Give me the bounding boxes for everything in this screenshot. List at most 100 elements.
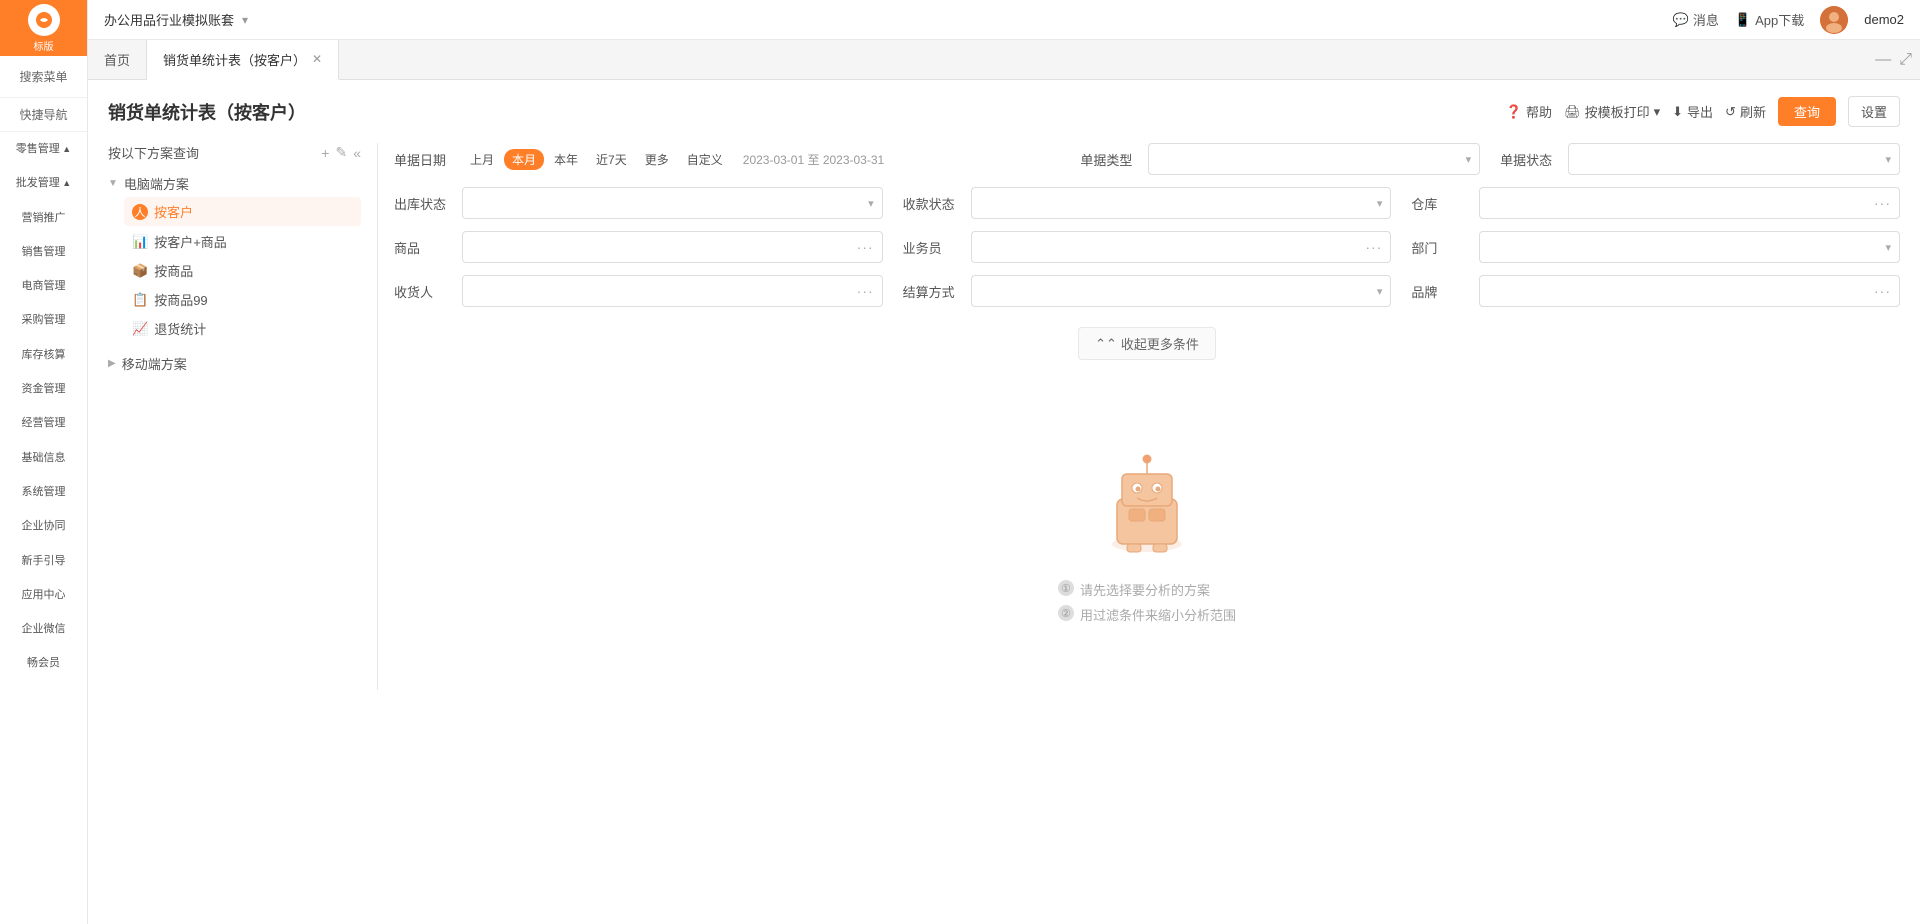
- help-icon: ❓: [1506, 104, 1522, 120]
- scheme-item-return[interactable]: 📈 退货统计: [124, 315, 361, 342]
- staff-dots[interactable]: ···: [1365, 239, 1382, 255]
- filter-row-1: 单据日期 上月 本月 本年 近7天 更多 自定义 2023-03-01 至 20…: [394, 143, 1900, 175]
- sidebar-item-operation[interactable]: 经营管理: [0, 406, 87, 440]
- user-avatar[interactable]: [1820, 6, 1848, 34]
- desktop-group-name: 电脑端方案: [124, 174, 189, 193]
- tab-sales-stats[interactable]: 销货单统计表（按客户） ✕: [147, 40, 339, 80]
- date-tab-thismonth[interactable]: 本月: [504, 149, 544, 170]
- brand-label: 品牌: [1411, 282, 1471, 301]
- goods-dots[interactable]: ···: [857, 239, 874, 255]
- dept-chevron-icon: ▾: [1885, 241, 1891, 254]
- sidebar-item-newbie-label: 新手引导: [22, 554, 66, 568]
- sidebar-item-appcenter-label: 应用中心: [22, 588, 66, 602]
- scheme-item-customer-goods[interactable]: 📊 按客户+商品: [124, 228, 361, 255]
- app-logo[interactable]: 标版: [0, 0, 87, 56]
- staff-select[interactable]: ···: [971, 231, 1392, 263]
- outstatus-select[interactable]: ▾: [462, 187, 883, 219]
- export-btn[interactable]: ⬇ 导出: [1672, 102, 1713, 121]
- scheme-item-goods99[interactable]: 📋 按商品99: [124, 286, 361, 313]
- sidebar-item-finance[interactable]: 资金管理: [0, 372, 87, 406]
- settings-label: 设置: [1861, 102, 1887, 121]
- maximize-icon[interactable]: ⤢: [1899, 51, 1912, 69]
- sidebar-item-marketing[interactable]: 营销推广: [0, 201, 87, 235]
- date-tab-lastmonth[interactable]: 上月: [462, 149, 502, 170]
- dept-label: 部门: [1411, 238, 1471, 257]
- search-menu-label[interactable]: 搜索菜单: [11, 64, 75, 89]
- sidebar-item-appcenter[interactable]: 应用中心: [0, 578, 87, 612]
- tip-num-1: ①: [1058, 580, 1074, 596]
- warehouse-select[interactable]: ···: [1479, 187, 1900, 219]
- query-filters: 单据日期 上月 本月 本年 近7天 更多 自定义 2023-03-01 至 20…: [378, 143, 1900, 690]
- scheme-mobile-group-header[interactable]: ▶ 移动端方案: [108, 350, 361, 377]
- topbar-right: 💬 消息 📱 App下载 demo2: [1673, 6, 1904, 34]
- empty-state: ① 请先选择要分析的方案 ② 用过滤条件来缩小分析范围: [394, 384, 1900, 690]
- brand-dots[interactable]: ···: [1874, 283, 1891, 299]
- date-tab-thisyear[interactable]: 本年: [546, 149, 586, 170]
- tabbar-actions: — ⤢: [1867, 51, 1920, 69]
- payment-label: 结算方式: [903, 282, 963, 301]
- sidebar-item-purchase-label: 采购管理: [22, 313, 66, 327]
- date-tab-custom[interactable]: 自定义: [679, 149, 731, 170]
- export-icon: ⬇: [1672, 104, 1683, 120]
- sidebar-item-basic[interactable]: 基础信息: [0, 441, 87, 475]
- sidebar-item-retail[interactable]: 零售管理: [0, 132, 87, 166]
- print-dropdown-icon[interactable]: ▾: [1654, 104, 1661, 120]
- scheme-header: 按以下方案查询 + ✎ «: [108, 143, 361, 162]
- status-select[interactable]: ▾: [1568, 143, 1900, 175]
- filter-item-staff: 业务员 ···: [903, 231, 1392, 263]
- sidebar-item-ecommerce[interactable]: 电商管理: [0, 269, 87, 303]
- tab-close-icon[interactable]: ✕: [312, 52, 322, 66]
- print-btn[interactable]: 🖨 按模板打印 ▾: [1564, 102, 1660, 121]
- goods-select[interactable]: ···: [462, 231, 883, 263]
- brand-select[interactable]: ···: [1479, 275, 1900, 307]
- message-btn[interactable]: 💬 消息: [1673, 10, 1719, 29]
- scheme-add-btn[interactable]: +: [321, 145, 329, 161]
- filter-item-status: 单据状态 ▾: [1500, 143, 1900, 175]
- collapse-label: 收起更多条件: [1121, 334, 1199, 353]
- shortcut-nav-label[interactable]: 快捷导航: [11, 102, 75, 127]
- scheme-item-name-goods: 按商品: [154, 261, 193, 280]
- filter-item-receiver: 收货人 ···: [394, 275, 883, 307]
- scheme-item-customer[interactable]: 人 按客户: [124, 197, 361, 226]
- minimize-icon[interactable]: —: [1875, 51, 1891, 69]
- date-tab-7days[interactable]: 近7天: [588, 149, 635, 170]
- sidebar-item-newbie[interactable]: 新手引导: [0, 544, 87, 578]
- settings-btn[interactable]: 设置: [1848, 96, 1900, 127]
- query-btn[interactable]: 查询: [1778, 97, 1836, 126]
- topbar-dropdown-icon[interactable]: ▾: [242, 13, 248, 27]
- collapse-btn[interactable]: ⌃⌃ 收起更多条件: [1078, 327, 1216, 360]
- warehouse-dots[interactable]: ···: [1874, 195, 1891, 211]
- receiver-select[interactable]: ···: [462, 275, 883, 307]
- query-label: 查询: [1794, 102, 1820, 121]
- app-download-btn[interactable]: 📱 App下载: [1735, 10, 1804, 29]
- date-tab-more[interactable]: 更多: [637, 149, 677, 170]
- main-area: 办公用品行业模拟账套 ▾ 💬 消息 📱 App下载 demo2 首页: [88, 0, 1920, 924]
- scheme-collapse-btn[interactable]: «: [353, 145, 361, 161]
- paystatus-select[interactable]: ▾: [971, 187, 1392, 219]
- sidebar-item-member[interactable]: 畅会员: [0, 646, 87, 680]
- receiver-dots[interactable]: ···: [857, 283, 874, 299]
- filter-area: 按以下方案查询 + ✎ « ▼ 电脑端方案 人: [88, 127, 1920, 706]
- scheme-desktop-group-header[interactable]: ▼ 电脑端方案: [108, 170, 361, 197]
- payment-select[interactable]: ▾: [971, 275, 1392, 307]
- date-tabs: 上月 本月 本年 近7天 更多 自定义: [462, 149, 731, 170]
- sidebar-item-wechat[interactable]: 企业微信: [0, 612, 87, 646]
- tab-home[interactable]: 首页: [88, 40, 147, 80]
- tip-text-2: 用过滤条件来缩小分析范围: [1080, 605, 1236, 624]
- help-btn[interactable]: ❓ 帮助: [1506, 102, 1552, 121]
- date-control: 上月 本月 本年 近7天 更多 自定义 2023-03-01 至 2023-03…: [462, 149, 1060, 170]
- sidebar-item-wholesale[interactable]: 批发管理: [0, 166, 87, 200]
- sidebar-item-sales[interactable]: 销售管理: [0, 235, 87, 269]
- page-actions: ❓ 帮助 🖨 按模板打印 ▾ ⬇ 导出 ↺ 刷新 查询: [1506, 96, 1900, 127]
- sidebar-item-enterprise[interactable]: 企业协同: [0, 509, 87, 543]
- sidebar-item-system[interactable]: 系统管理: [0, 475, 87, 509]
- scheme-edit-btn[interactable]: ✎: [335, 144, 347, 161]
- mobile-group-name: 移动端方案: [122, 354, 187, 373]
- refresh-btn[interactable]: ↺ 刷新: [1725, 102, 1766, 121]
- type-select[interactable]: ▾: [1148, 143, 1480, 175]
- scheme-item-goods[interactable]: 📦 按商品: [124, 257, 361, 284]
- sidebar-item-inventory[interactable]: 库存核算: [0, 338, 87, 372]
- sidebar-item-purchase[interactable]: 采购管理: [0, 303, 87, 337]
- dept-select[interactable]: ▾: [1479, 231, 1900, 263]
- refresh-icon: ↺: [1725, 104, 1736, 120]
